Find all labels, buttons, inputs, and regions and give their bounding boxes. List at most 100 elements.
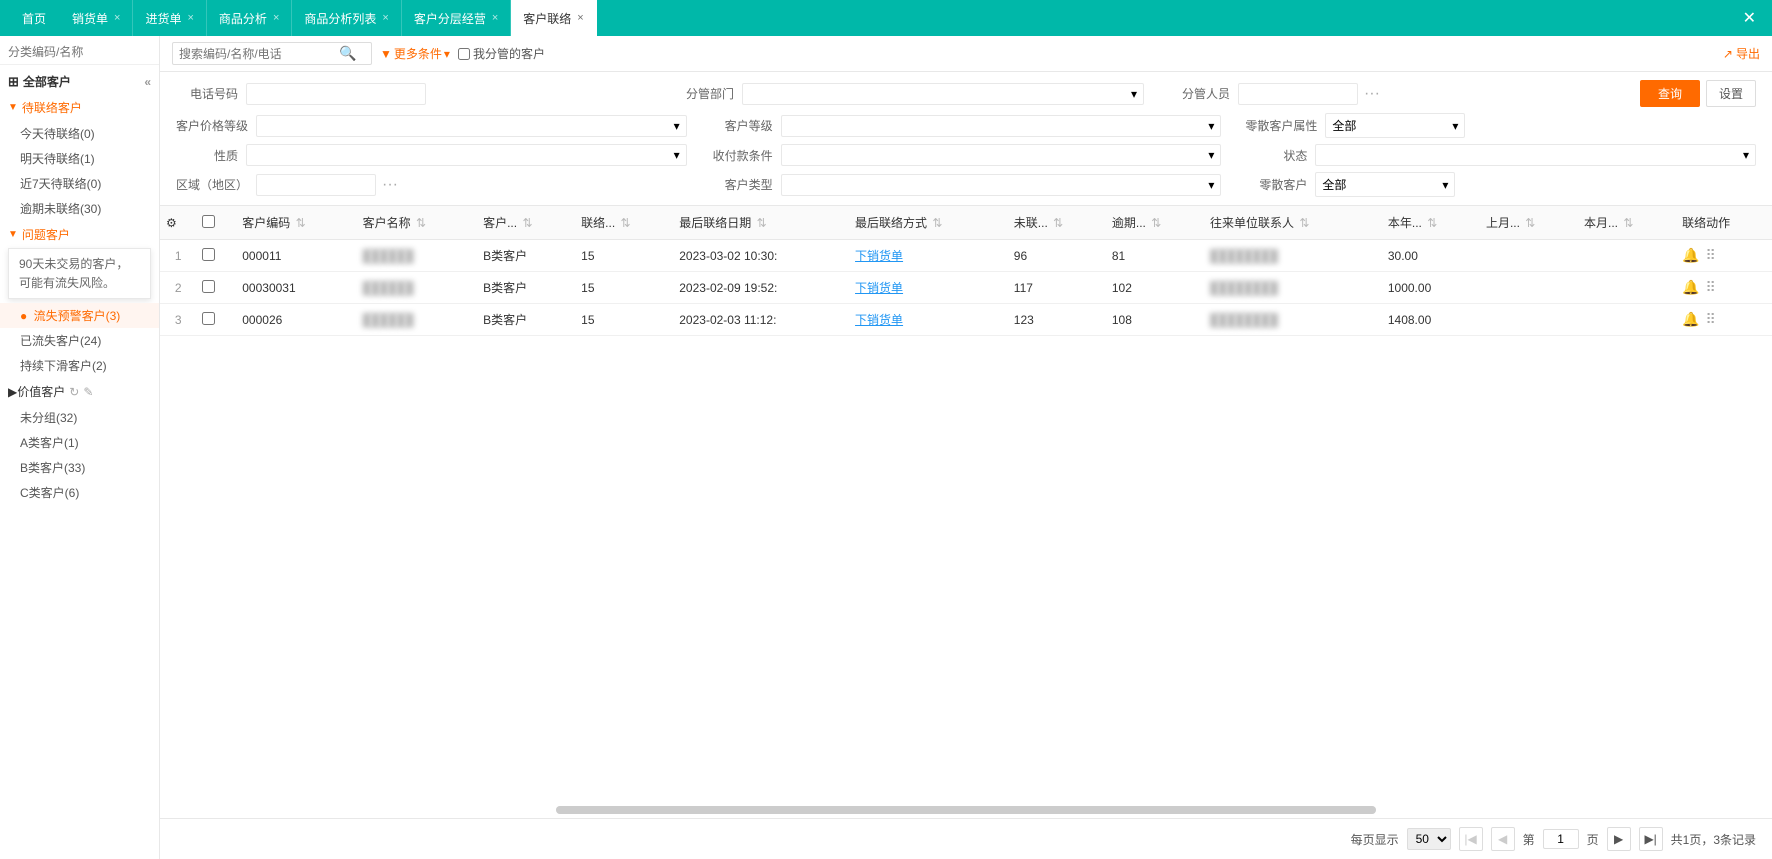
sidebar-item-classB[interactable]: B类客户(33) bbox=[0, 455, 159, 480]
sidebar-item-classA[interactable]: A类客户(1) bbox=[0, 430, 159, 455]
filter-more-button[interactable]: ▼ 更多条件 ▾ bbox=[380, 45, 450, 62]
close-icon[interactable]: × bbox=[114, 12, 120, 24]
page-size-select[interactable]: 50 bbox=[1407, 828, 1451, 850]
dots-icon[interactable]: ··· bbox=[376, 177, 404, 193]
sort-icon[interactable]: ⇅ bbox=[1151, 216, 1161, 230]
row-last-date-2: 2023-02-09 19:52: bbox=[673, 272, 849, 304]
dots-icon[interactable]: ··· bbox=[1358, 86, 1386, 102]
row-checkbox[interactable] bbox=[202, 280, 215, 293]
filter-retail-customer-select[interactable]: 全部 ▾ bbox=[1315, 172, 1455, 197]
scrollbar-thumb[interactable] bbox=[556, 806, 1376, 814]
sidebar-item-classC[interactable]: C类客户(6) bbox=[0, 480, 159, 505]
filter-payment: 收付款条件 ▾ bbox=[711, 144, 1222, 166]
tab-home[interactable]: 首页 bbox=[8, 0, 60, 36]
filter-customer-type-select[interactable]: ▾ bbox=[781, 174, 1222, 196]
filter-nature-select[interactable]: ▾ bbox=[246, 144, 687, 166]
page-number-input[interactable] bbox=[1543, 829, 1579, 849]
row-checkbox[interactable] bbox=[202, 312, 215, 325]
sort-icon[interactable]: ⇅ bbox=[416, 216, 426, 230]
filter-retail-attr-select[interactable]: 全部 ▾ bbox=[1325, 113, 1465, 138]
sort-icon[interactable]: ⇅ bbox=[757, 216, 767, 230]
sidebar-search-input[interactable] bbox=[8, 45, 160, 59]
filter-dept-select[interactable]: ▾ bbox=[742, 83, 1144, 105]
tab-purchase-order[interactable]: 进货单 × bbox=[133, 0, 206, 36]
filter-phone-input[interactable] bbox=[246, 83, 426, 105]
sidebar-item-overdue[interactable]: 逾期未联络(30) bbox=[0, 196, 159, 221]
close-icon[interactable]: × bbox=[273, 12, 279, 24]
sort-icon[interactable]: ⇅ bbox=[1053, 216, 1063, 230]
row-checkbox-3[interactable] bbox=[196, 304, 236, 336]
close-all-button[interactable]: ✕ bbox=[1735, 8, 1764, 28]
first-page-button[interactable]: |◀ bbox=[1459, 827, 1483, 851]
filter-customer-level-select[interactable]: ▾ bbox=[781, 115, 1222, 137]
tab-customer-contact[interactable]: 客户联络 × bbox=[511, 0, 596, 36]
sidebar-item-declining[interactable]: 持续下滑客户(2) bbox=[0, 353, 159, 378]
more-icon[interactable]: ⠿ bbox=[1706, 279, 1716, 296]
row-last-method-3[interactable]: 下销货单 bbox=[849, 304, 1008, 336]
row-checkbox-1[interactable] bbox=[196, 240, 236, 272]
sidebar-item-ungraded[interactable]: 未分组(32) bbox=[0, 405, 159, 430]
sort-icon[interactable]: ⇅ bbox=[932, 216, 942, 230]
filter-status-select[interactable]: ▾ bbox=[1315, 144, 1756, 166]
search-input[interactable] bbox=[179, 47, 339, 61]
my-customers-checkbox[interactable] bbox=[458, 48, 470, 60]
export-button[interactable]: ↗ 导出 bbox=[1723, 45, 1760, 62]
edit-icon[interactable]: ✎ bbox=[83, 385, 93, 399]
close-icon[interactable]: × bbox=[187, 12, 193, 24]
data-table-container: ⚙ 客户编码 ⇅ 客户名称 ⇅ 客户... ⇅ bbox=[160, 206, 1772, 802]
prev-page-button[interactable]: ◀ bbox=[1491, 827, 1515, 851]
sidebar-item-today[interactable]: 今天待联络(0) bbox=[0, 121, 159, 146]
query-button[interactable]: 查询 bbox=[1640, 80, 1700, 107]
row-last-method-1[interactable]: 下销货单 bbox=[849, 240, 1008, 272]
settings-button[interactable]: 设置 bbox=[1706, 80, 1756, 107]
sort-icon[interactable]: ⇅ bbox=[1525, 216, 1535, 230]
row-checkbox-2[interactable] bbox=[196, 272, 236, 304]
filter-payment-select[interactable]: ▾ bbox=[781, 144, 1222, 166]
th-overdue: 逾期... ⇅ bbox=[1106, 206, 1204, 240]
sort-icon[interactable]: ⇅ bbox=[621, 216, 631, 230]
sidebar-item-churn-warning[interactable]: ● 流失预警客户(3) bbox=[0, 303, 159, 328]
next-page-button[interactable]: ▶ bbox=[1607, 827, 1631, 851]
refresh-icon[interactable]: ↻ bbox=[69, 385, 79, 399]
sort-icon[interactable]: ⇅ bbox=[1623, 216, 1633, 230]
close-icon[interactable]: × bbox=[492, 12, 498, 24]
chevron-down-icon: ▾ bbox=[1208, 119, 1214, 133]
filter-phone-label: 电话号码 bbox=[176, 85, 246, 102]
filter-region-input[interactable] bbox=[256, 174, 376, 196]
last-page-button[interactable]: ▶| bbox=[1639, 827, 1663, 851]
tab-customer-tiered[interactable]: 客户分层经营 × bbox=[402, 0, 511, 36]
sidebar-group-problem-title[interactable]: ▼ 问题客户 bbox=[0, 221, 159, 248]
row-last-method-2[interactable]: 下销货单 bbox=[849, 272, 1008, 304]
sidebar-root-label[interactable]: ⊞ 全部客户 « bbox=[0, 65, 159, 94]
close-icon[interactable]: × bbox=[382, 12, 388, 24]
contact-icon[interactable]: 🔔 bbox=[1682, 279, 1699, 296]
tab-product-analysis-list[interactable]: 商品分析列表 × bbox=[292, 0, 401, 36]
tab-sales-order[interactable]: 销货单 × bbox=[60, 0, 133, 36]
sidebar-item-churned[interactable]: 已流失客户(24) bbox=[0, 328, 159, 353]
sort-icon[interactable]: ⇅ bbox=[1427, 216, 1437, 230]
collapse-icon[interactable]: « bbox=[144, 75, 151, 89]
close-icon[interactable]: × bbox=[577, 12, 583, 24]
sort-icon[interactable]: ⇅ bbox=[1299, 216, 1309, 230]
th-settings[interactable]: ⚙ bbox=[160, 206, 196, 240]
select-all-checkbox[interactable] bbox=[202, 215, 215, 228]
filter-person-input[interactable] bbox=[1238, 83, 1358, 105]
th-last-month: 上月... ⇅ bbox=[1480, 206, 1578, 240]
filter-price-level-select[interactable]: ▾ bbox=[256, 115, 687, 137]
search-icon[interactable]: 🔍 bbox=[339, 45, 356, 62]
sidebar-group-pending-title[interactable]: ▼ 待联络客户 bbox=[0, 94, 159, 121]
horizontal-scrollbar[interactable] bbox=[160, 802, 1772, 818]
row-checkbox[interactable] bbox=[202, 248, 215, 261]
sidebar-item-7days[interactable]: 近7天待联络(0) bbox=[0, 171, 159, 196]
scrollbar-track[interactable] bbox=[556, 806, 1376, 814]
th-checkbox[interactable] bbox=[196, 206, 236, 240]
contact-icon[interactable]: 🔔 bbox=[1682, 247, 1699, 264]
more-icon[interactable]: ⠿ bbox=[1706, 247, 1716, 264]
tab-product-analysis[interactable]: 商品分析 × bbox=[207, 0, 292, 36]
sidebar-item-tomorrow[interactable]: 明天待联络(1) bbox=[0, 146, 159, 171]
sort-icon[interactable]: ⇅ bbox=[522, 216, 532, 230]
contact-icon[interactable]: 🔔 bbox=[1682, 311, 1699, 328]
more-icon[interactable]: ⠿ bbox=[1706, 311, 1716, 328]
sort-icon[interactable]: ⇅ bbox=[296, 216, 306, 230]
sidebar-group-value-title[interactable]: ▶ 价值客户 ↻ ✎ bbox=[0, 378, 159, 405]
